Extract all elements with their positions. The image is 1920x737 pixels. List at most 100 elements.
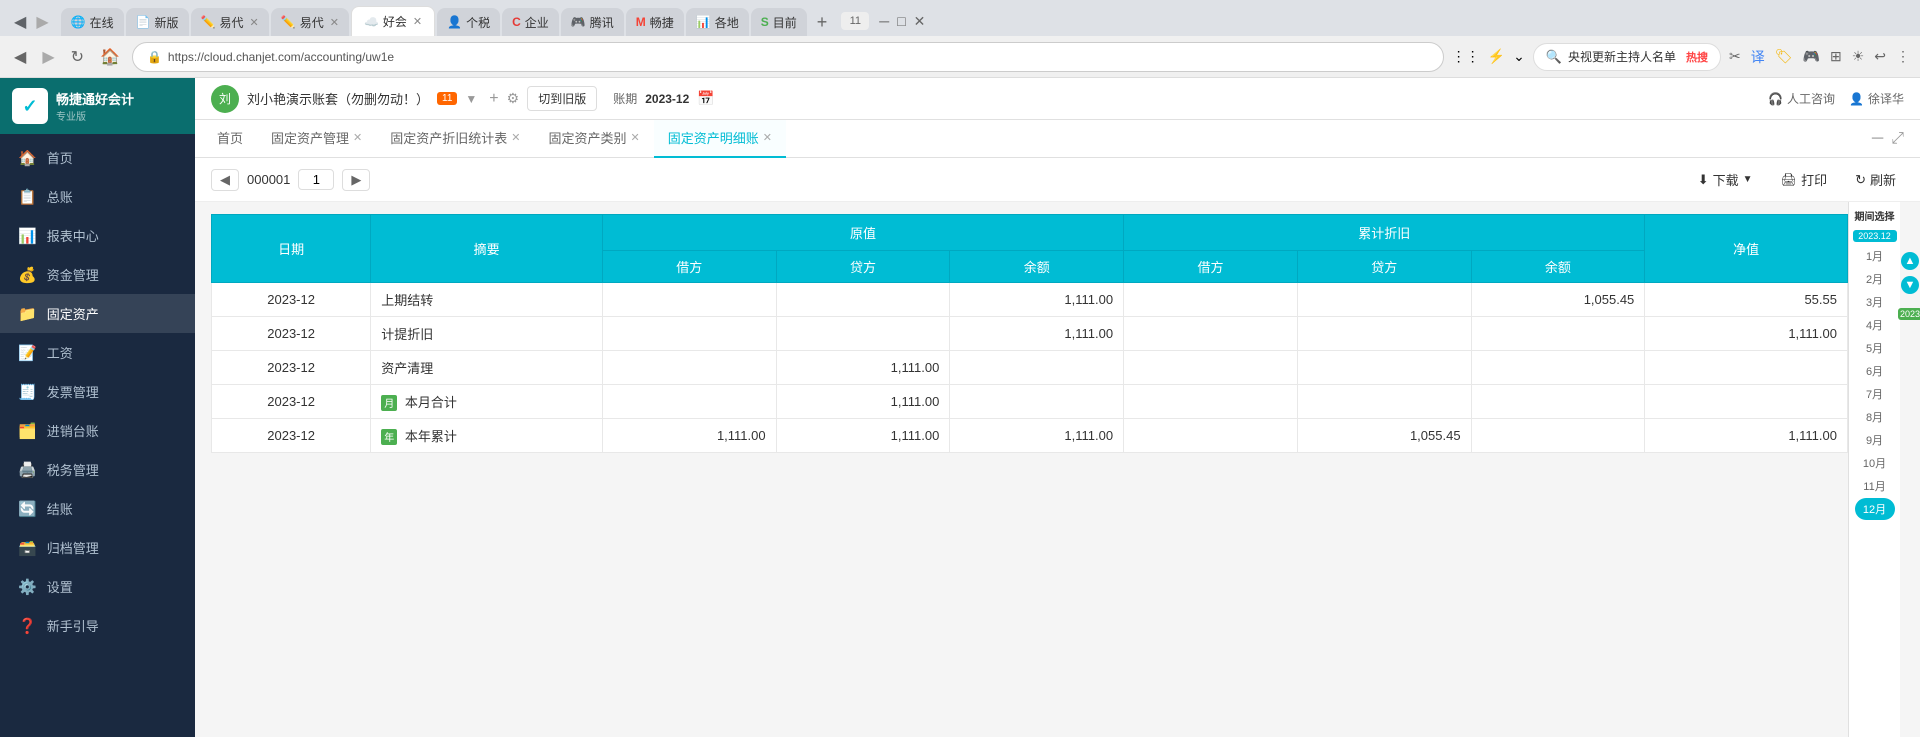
tab-haohui[interactable]: ☁️ 好会 ✕ (351, 6, 435, 36)
tab-gedi[interactable]: 📊 各地 (686, 8, 749, 36)
tab-changjie[interactable]: M 畅捷 (626, 8, 684, 36)
th-date: 日期 (212, 215, 371, 283)
close-fixed-mgmt[interactable]: ✕ (353, 131, 362, 144)
tab-mubiao[interactable]: S 目前 (751, 8, 807, 36)
sidebar-item-inventory[interactable]: 🗂️ 进销台账 (0, 411, 195, 450)
tab-expand-icon[interactable]: ⤢ (1891, 130, 1904, 148)
period-year-active[interactable]: 2023.12 (1853, 230, 1897, 242)
tab-qiye[interactable]: C 企业 (502, 8, 559, 36)
row5-summary: 年 本年累计 (371, 419, 603, 453)
page-input[interactable] (298, 169, 334, 190)
sidebar-item-archive[interactable]: 🗃️ 归档管理 (0, 528, 195, 567)
switch-to-old-btn[interactable]: 切到旧版 (527, 86, 597, 111)
month-11[interactable]: 11月 (1855, 475, 1895, 497)
sidebar-item-tax[interactable]: 🖨️ 税务管理 (0, 450, 195, 489)
tab-yidai2[interactable]: ✏️ 易代 ✕ (271, 8, 349, 36)
tab-yidai1[interactable]: ✏️ 易代 ✕ (191, 8, 269, 36)
browser-forward[interactable]: ▶ (32, 8, 52, 36)
close-btn[interactable]: ✕ (914, 13, 926, 30)
month-4[interactable]: 4月 (1855, 314, 1895, 336)
address-input-container[interactable]: 🔒 https://cloud.chanjet.com/accounting/u… (132, 42, 1444, 72)
scroll-down-btn[interactable]: ▼ (1901, 276, 1919, 294)
tab-new-version[interactable]: 📄 新版 (126, 8, 189, 36)
tab-close-yidai2[interactable]: ✕ (330, 16, 339, 29)
month-2[interactable]: 2月 (1855, 268, 1895, 290)
sidebar-item-ledger[interactable]: 📋 总账 (0, 177, 195, 216)
close-fixed-detail[interactable]: ✕ (763, 131, 772, 144)
game-icon[interactable]: 🎮 (1803, 48, 1820, 65)
coupon-icon[interactable]: 🏷 (1775, 48, 1793, 65)
print-btn[interactable]: 🖨 打印 (1773, 166, 1836, 193)
tab-minimize-icon[interactable]: ─ (1872, 130, 1883, 148)
tab-close-haohui[interactable]: ✕ (413, 15, 422, 28)
row5-orig-debit: 1,111.00 (602, 419, 776, 453)
row3-net-value (1645, 351, 1848, 385)
close-fixed-dep[interactable]: ✕ (511, 131, 520, 144)
month-5[interactable]: 5月 (1855, 337, 1895, 359)
sidebar-item-invoice[interactable]: 🧾 发票管理 (0, 372, 195, 411)
maximize-btn[interactable]: □ (897, 13, 905, 30)
browser-back[interactable]: ◀ (10, 8, 30, 36)
month-9[interactable]: 9月 (1855, 429, 1895, 451)
extensions-icon[interactable]: ⋮⋮ (1452, 48, 1480, 65)
tab-page-fixed-dep[interactable]: 固定资产折旧统计表 ✕ (376, 120, 534, 158)
sidebar-label-payroll: 工资 (47, 343, 73, 362)
sidebar-item-settings[interactable]: ⚙️ 设置 (0, 567, 195, 606)
support-btn[interactable]: 🎧 人工咨询 (1768, 90, 1835, 107)
dropdown-icon[interactable]: ▼ (465, 92, 477, 106)
tab-online[interactable]: 🌐 在线 (61, 8, 124, 36)
calendar-icon[interactable]: 📅 (697, 90, 714, 107)
minimize-btn[interactable]: ─ (879, 13, 889, 30)
tab-close-yidai1[interactable]: ✕ (250, 16, 259, 29)
sidebar-item-fixed-assets[interactable]: 📁 固定资产 (0, 294, 195, 333)
lightning-icon[interactable]: ⚡ (1488, 48, 1505, 65)
cut-icon[interactable]: ✂ (1729, 48, 1741, 65)
tab-tencent[interactable]: 🎮 腾讯 (561, 8, 624, 36)
close-fixed-cat[interactable]: ✕ (631, 131, 640, 144)
grid-icon[interactable]: ⊞ (1830, 48, 1842, 65)
app-layout: ✓ 畅捷通好会计 专业版 🏠 首页 📋 总账 📊 报表中心 💰 (0, 78, 1920, 737)
sidebar-item-home[interactable]: 🏠 首页 (0, 138, 195, 177)
tab-geshui[interactable]: 👤 个税 (437, 8, 500, 36)
settings-small-icon[interactable]: ⚙ (507, 90, 520, 107)
month-1[interactable]: 1月 (1855, 245, 1895, 267)
prev-page-btn[interactable]: ◀ (211, 169, 239, 191)
sidebar-item-reports[interactable]: 📊 报表中心 (0, 216, 195, 255)
expand-icon[interactable]: ⌄ (1513, 48, 1525, 65)
add-account-icon[interactable]: + (489, 90, 498, 108)
month-12-active[interactable]: 12月 (1855, 498, 1895, 520)
month-7[interactable]: 7月 (1855, 383, 1895, 405)
tab-page-fixed-mgmt[interactable]: 固定资产管理 ✕ (257, 120, 376, 158)
tab-favicon-haohui: ☁️ (364, 15, 379, 29)
back-button[interactable]: ◀ (10, 43, 30, 71)
scroll-up-btn[interactable]: ▲ (1901, 252, 1919, 270)
refresh-btn[interactable]: ↻ 刷新 (1847, 166, 1904, 193)
month-10[interactable]: 10月 (1855, 452, 1895, 474)
row1-summary: 上期结转 (371, 283, 603, 317)
next-page-btn[interactable]: ▶ (342, 169, 370, 191)
sidebar-item-closing[interactable]: 🔄 结账 (0, 489, 195, 528)
reload-button[interactable]: ↻ (67, 43, 88, 71)
sidebar-item-payroll[interactable]: 📝 工资 (0, 333, 195, 372)
period-select-title: 期间选择 (1855, 208, 1895, 223)
month-6[interactable]: 6月 (1855, 360, 1895, 382)
content-area: ◀ 000001 ▶ ⬇ 下载 ▼ 🖨 打印 ↻ 刷 (195, 158, 1920, 737)
forward-button[interactable]: ▶ (38, 43, 58, 71)
download-btn[interactable]: ⬇ 下载 ▼ (1690, 166, 1761, 193)
translate-icon[interactable]: 译 (1751, 47, 1765, 67)
user-profile-btn[interactable]: 👤 徐译华 (1849, 90, 1904, 107)
tab-page-fixed-cat[interactable]: 固定资产类别 ✕ (534, 120, 653, 158)
sidebar-item-guide[interactable]: ❓ 新手引导 (0, 606, 195, 645)
sidebar-item-funds[interactable]: 💰 资金管理 (0, 255, 195, 294)
menu-icon[interactable]: ⋮ (1896, 48, 1910, 65)
sidebar-label-archive: 归档管理 (47, 538, 99, 557)
new-tab-button[interactable]: + (809, 8, 836, 36)
tab-page-home[interactable]: 首页 (203, 120, 257, 158)
home-button[interactable]: 🏠 (96, 43, 124, 71)
month-3[interactable]: 3月 (1855, 291, 1895, 313)
month-8[interactable]: 8月 (1855, 406, 1895, 428)
tab-page-fixed-detail[interactable]: 固定资产明细账 ✕ (654, 120, 786, 158)
history-back-icon[interactable]: ↩ (1874, 48, 1886, 65)
brightness-icon[interactable]: ☀ (1852, 48, 1865, 65)
search-box[interactable]: 🔍 央视更新主持人名单 热搜 (1533, 43, 1721, 71)
